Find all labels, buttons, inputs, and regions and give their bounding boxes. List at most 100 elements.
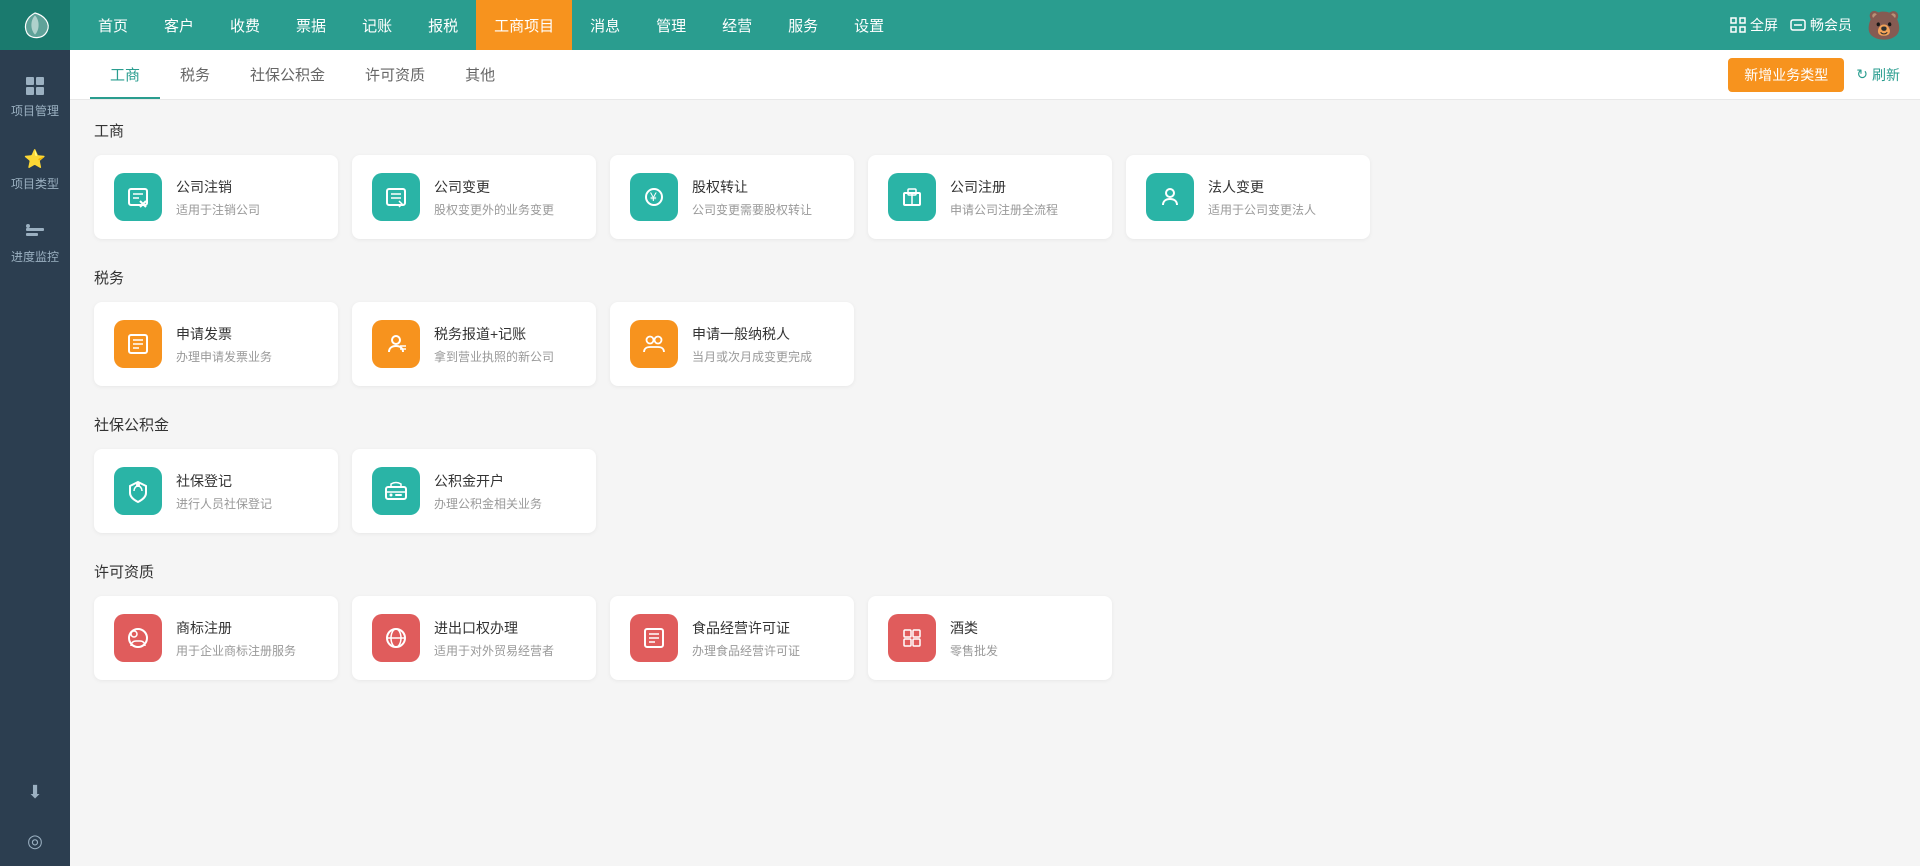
card-icon-company-change — [372, 173, 420, 221]
section-title-shuiwu: 税务 — [94, 267, 1896, 288]
card-desc: 办理食品经营许可证 — [692, 642, 834, 659]
card-import-export[interactable]: 进出口权办理 适用于对外贸易经营者 — [352, 596, 596, 680]
nav-fee[interactable]: 收费 — [212, 0, 278, 50]
nav-items: 首页 客户 收费 票据 记账 报税 工商项目 消息 管理 经营 服务 设置 — [80, 0, 1730, 50]
card-desc: 当月或次月成变更完成 — [692, 348, 834, 365]
tab-bar: 工商 税务 社保公积金 许可资质 其他 新增业务类型 ↻ 刷新 — [70, 50, 1920, 100]
tab-gongshang[interactable]: 工商 — [90, 50, 160, 99]
card-info-company-change: 公司变更 股权变更外的业务变更 — [434, 177, 576, 218]
card-company-change[interactable]: 公司变更 股权变更外的业务变更 — [352, 155, 596, 239]
card-apply-invoice[interactable]: 申请发票 办理申请发票业务 — [94, 302, 338, 386]
card-info-legal-change: 法人变更 适用于公司变更法人 — [1208, 177, 1350, 218]
section-title-xuke: 许可资质 — [94, 561, 1896, 582]
card-info-company-cancel: 公司注销 适用于注销公司 — [176, 177, 318, 218]
card-info-food-license: 食品经营许可证 办理食品经营许可证 — [692, 618, 834, 659]
tab-xuke[interactable]: 许可资质 — [345, 50, 445, 99]
nav-manage[interactable]: 管理 — [638, 0, 704, 50]
section-title-gongshang: 工商 — [94, 120, 1896, 141]
card-desc: 办理申请发票业务 — [176, 348, 318, 365]
sidebar-bottom: ⬇ ◎ — [0, 768, 70, 866]
nav-business[interactable]: 工商项目 — [476, 0, 572, 50]
card-general-taxpayer[interactable]: 申请一般纳税人 当月或次月成变更完成 — [610, 302, 854, 386]
card-title: 申请发票 — [176, 324, 318, 344]
nav-client[interactable]: 客户 — [146, 0, 212, 50]
card-title: 法人变更 — [1208, 177, 1350, 197]
card-icon-trademark — [114, 614, 162, 662]
card-company-cancel[interactable]: 公司注销 适用于注销公司 — [94, 155, 338, 239]
sidebar-help-btn[interactable]: ◎ — [0, 817, 70, 866]
card-liquor[interactable]: 酒类 零售批发 — [868, 596, 1112, 680]
card-tax-report[interactable]: 税务报道+记账 拿到营业执照的新公司 — [352, 302, 596, 386]
card-title: 税务报道+记账 — [434, 324, 576, 344]
card-icon-social-insurance — [114, 467, 162, 515]
nav-message[interactable]: 消息 — [572, 0, 638, 50]
section-title-shebao: 社保公积金 — [94, 414, 1896, 435]
card-trademark[interactable]: 商标注册 用于企业商标注册服务 — [94, 596, 338, 680]
card-info-general-taxpayer: 申请一般纳税人 当月或次月成变更完成 — [692, 324, 834, 365]
new-type-button[interactable]: 新增业务类型 — [1728, 58, 1844, 92]
card-title: 申请一般纳税人 — [692, 324, 834, 344]
content-area: 工商 税务 社保公积金 许可资质 其他 新增业务类型 ↻ 刷新 工商 — [70, 50, 1920, 866]
tab-shuiwu[interactable]: 税务 — [160, 50, 230, 99]
card-social-insurance[interactable]: 社保登记 进行人员社保登记 — [94, 449, 338, 533]
card-desc: 零售批发 — [950, 642, 1092, 659]
nav-invoice[interactable]: 票据 — [278, 0, 344, 50]
card-desc: 适用于注销公司 — [176, 201, 318, 218]
card-grid-shebao: 社保登记 进行人员社保登记 公积金开户 办理公积金相关业务 — [94, 449, 1896, 533]
card-icon-tax-report — [372, 320, 420, 368]
nav-tax[interactable]: 报税 — [410, 0, 476, 50]
member-btn[interactable]: 畅会员 — [1790, 15, 1852, 35]
nav-accounting[interactable]: 记账 — [344, 0, 410, 50]
refresh-button[interactable]: ↻ 刷新 — [1856, 65, 1900, 85]
card-info-apply-invoice: 申请发票 办理申请发票业务 — [176, 324, 318, 365]
tab-other[interactable]: 其他 — [445, 50, 515, 99]
card-icon-provident-fund — [372, 467, 420, 515]
card-grid-gongshang: 公司注销 适用于注销公司 公司变更 股权变更外的业务变更 ¥ — [94, 155, 1896, 239]
right-actions: 全屏 畅会员 🐻 — [1730, 5, 1920, 45]
nav-home[interactable]: 首页 — [80, 0, 146, 50]
scroll-content[interactable]: 工商 公司注销 适用于注销公司 公司变更 — [70, 100, 1920, 866]
card-desc: 拿到营业执照的新公司 — [434, 348, 576, 365]
sidebar-item-progress-monitor[interactable]: 进度监控 — [0, 206, 70, 279]
card-icon-general-taxpayer — [630, 320, 678, 368]
card-info-liquor: 酒类 零售批发 — [950, 618, 1092, 659]
card-info-company-register: 公司注册 申请公司注册全流程 — [950, 177, 1092, 218]
project-type-icon: ⭐ — [23, 147, 47, 171]
card-company-register[interactable]: 公司注册 申请公司注册全流程 — [868, 155, 1112, 239]
refresh-icon: ↻ — [1856, 66, 1868, 83]
card-desc: 适用于对外贸易经营者 — [434, 642, 576, 659]
card-provident-fund[interactable]: 公积金开户 办理公积金相关业务 — [352, 449, 596, 533]
nav-operation[interactable]: 经营 — [704, 0, 770, 50]
sidebar: 项目管理 ⭐ 项目类型 进度监控 ⬇ ◎ — [0, 50, 70, 866]
card-info-social-insurance: 社保登记 进行人员社保登记 — [176, 471, 318, 512]
logo — [0, 0, 70, 50]
card-title: 公司注册 — [950, 177, 1092, 197]
tab-shebao[interactable]: 社保公积金 — [230, 50, 345, 99]
card-desc: 办理公积金相关业务 — [434, 495, 576, 512]
card-icon-import-export — [372, 614, 420, 662]
card-desc: 适用于公司变更法人 — [1208, 201, 1350, 218]
card-food-license[interactable]: 食品经营许可证 办理食品经营许可证 — [610, 596, 854, 680]
card-info-trademark: 商标注册 用于企业商标注册服务 — [176, 618, 318, 659]
card-icon-equity-transfer: ¥ — [630, 173, 678, 221]
card-desc: 进行人员社保登记 — [176, 495, 318, 512]
card-desc: 股权变更外的业务变更 — [434, 201, 576, 218]
sidebar-item-project-manage[interactable]: 项目管理 — [0, 60, 70, 133]
sidebar-download-btn[interactable]: ⬇ — [0, 768, 70, 817]
card-legal-change[interactable]: 法人变更 适用于公司变更法人 — [1126, 155, 1370, 239]
card-info-import-export: 进出口权办理 适用于对外贸易经营者 — [434, 618, 576, 659]
card-info-equity-transfer: 股权转让 公司变更需要股权转让 — [692, 177, 834, 218]
card-title: 公司注销 — [176, 177, 318, 197]
fullscreen-btn[interactable]: 全屏 — [1730, 15, 1778, 35]
card-title: 公积金开户 — [434, 471, 576, 491]
card-desc: 用于企业商标注册服务 — [176, 642, 318, 659]
user-avatar[interactable]: 🐻 — [1864, 5, 1904, 45]
sidebar-item-project-type[interactable]: ⭐ 项目类型 — [0, 133, 70, 206]
card-equity-transfer[interactable]: ¥ 股权转让 公司变更需要股权转让 — [610, 155, 854, 239]
tab-bar-actions: 新增业务类型 ↻ 刷新 — [1728, 58, 1900, 92]
nav-settings[interactable]: 设置 — [836, 0, 902, 50]
progress-monitor-icon — [23, 220, 47, 244]
card-title: 酒类 — [950, 618, 1092, 638]
nav-service[interactable]: 服务 — [770, 0, 836, 50]
card-icon-legal-change — [1146, 173, 1194, 221]
